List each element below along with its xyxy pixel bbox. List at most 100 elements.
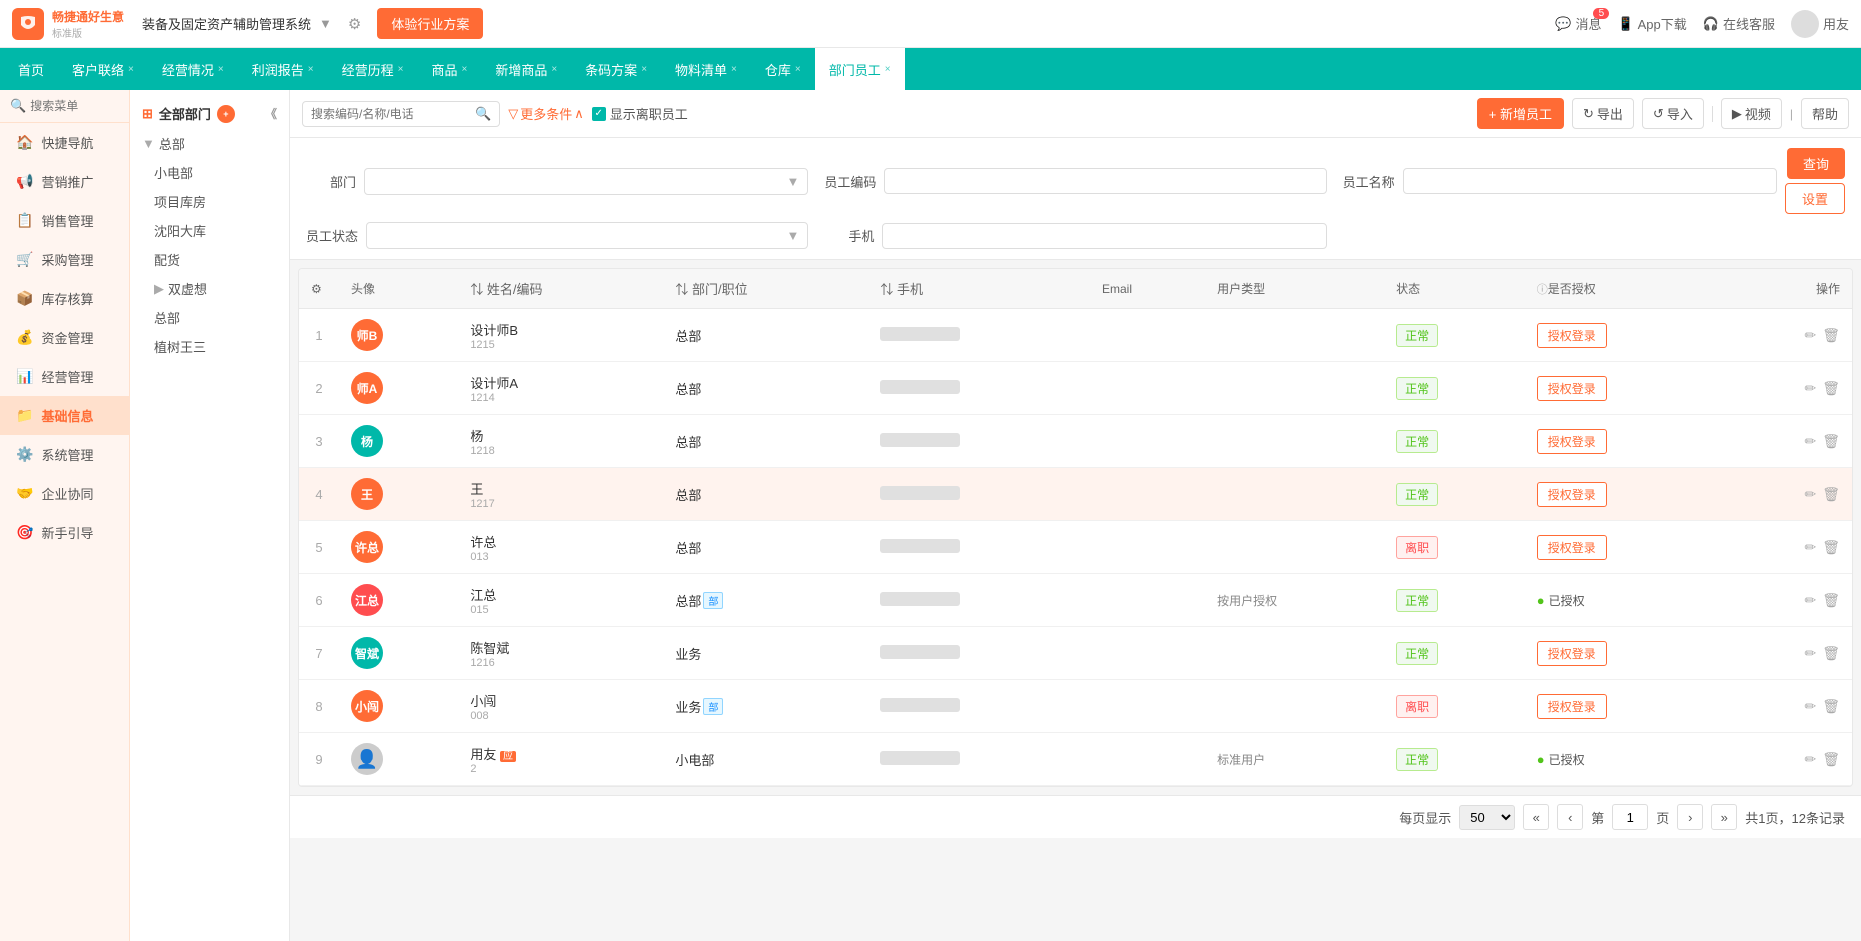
show-resigned-toggle[interactable]: ✓ 显示离职员工 [592,104,688,123]
next-page-button[interactable]: › [1677,804,1703,830]
delete-button[interactable]: 🗑 [1822,751,1840,768]
sidebar-item-sales[interactable]: 📋 销售管理 [0,201,129,240]
tree-node-double-virtual[interactable]: ▶ 双虚想 [130,274,289,303]
help-button[interactable]: 帮助 [1801,98,1849,129]
tree-node-general[interactable]: 总部 [130,303,289,332]
auth-button[interactable]: 授权登录 [1537,694,1607,719]
emp-code-filter-input[interactable] [884,168,1326,194]
tree-node-small-electric[interactable]: 小电部 [130,158,289,187]
close-icon[interactable]: × [731,64,737,75]
edit-button[interactable]: ✏ [1804,698,1816,715]
delete-button[interactable]: 🗑 [1822,539,1840,556]
sidebar-item-marketing[interactable]: 📢 营销推广 [0,162,129,201]
query-button[interactable]: 查询 [1787,148,1845,179]
auth-button[interactable]: 授权登录 [1537,429,1607,454]
delete-button[interactable]: 🗑 [1822,645,1840,662]
tab-bom[interactable]: 物料清单 × [661,48,751,90]
view-button[interactable]: ▶ 视频 [1721,98,1782,129]
sidebar-item-quick-nav[interactable]: 🏠 快捷导航 [0,123,129,162]
user-avatar-item[interactable]: 用友 [1791,10,1849,38]
tree-collapse-button[interactable]: 《 [265,105,277,122]
first-page-button[interactable]: « [1523,804,1549,830]
delete-button[interactable]: 🗑 [1822,327,1840,344]
close-icon[interactable]: × [551,64,557,75]
sidebar-item-system[interactable]: ⚙️ 系统管理 [0,435,129,474]
edit-button[interactable]: ✏ [1804,751,1816,768]
close-icon[interactable]: × [218,64,224,75]
tree-add-button[interactable]: + [217,105,235,123]
set-button[interactable]: 设置 [1785,183,1845,214]
tab-profit[interactable]: 利润报告 × [238,48,328,90]
sidebar-item-basic-info[interactable]: 📁 基础信息 [0,396,129,435]
search-icon[interactable]: 🔍 [475,106,491,122]
title-dropdown-arrow[interactable]: ▼ [319,16,332,31]
page-number-input[interactable] [1612,804,1648,830]
th-dept-position[interactable]: ⇅ 部门/职位 [663,269,868,309]
import-button[interactable]: ↺ 导入 [1642,98,1704,129]
sidebar-item-guide[interactable]: 🎯 新手引导 [0,513,129,552]
tab-barcode[interactable]: 条码方案 × [571,48,661,90]
tab-history[interactable]: 经营历程 × [328,48,418,90]
close-icon[interactable]: × [308,64,314,75]
edit-button[interactable]: ✏ [1804,380,1816,397]
emp-status-filter-select[interactable]: ▼ [366,222,808,249]
close-icon[interactable]: × [795,64,801,75]
edit-button[interactable]: ✏ [1804,486,1816,503]
more-filters-button[interactable]: ▽ 更多条件 ∧ [508,104,584,123]
trial-button[interactable]: 体验行业方案 [377,8,483,39]
edit-button[interactable]: ✏ [1804,433,1816,450]
sidebar-item-finance[interactable]: 💰 资金管理 [0,318,129,357]
tab-operation[interactable]: 经营情况 × [148,48,238,90]
tab-goods[interactable]: 商品 × [417,48,481,90]
sidebar-item-business[interactable]: 📊 经营管理 [0,357,129,396]
tab-customer[interactable]: 客户联络 × [58,48,148,90]
delete-button[interactable]: 🗑 [1822,486,1840,503]
search-input[interactable] [311,107,471,121]
add-employee-button[interactable]: + 新增员工 [1477,98,1564,129]
close-icon[interactable]: × [398,64,404,75]
delete-button[interactable]: 🗑 [1822,592,1840,609]
auth-button[interactable]: 授权登录 [1537,641,1607,666]
message-item[interactable]: 💬 消息 5 [1555,14,1601,33]
close-icon[interactable]: × [641,64,647,75]
close-icon[interactable]: × [128,64,134,75]
nav-search-input[interactable] [30,99,110,113]
delete-button[interactable]: 🗑 [1822,433,1840,450]
edit-button[interactable]: ✏ [1804,645,1816,662]
tree-node-shenyang[interactable]: 沈阳大库 [130,216,289,245]
close-icon[interactable]: × [461,64,467,75]
dept-filter-select[interactable]: ▼ [364,168,808,195]
auth-button[interactable]: 授权登录 [1537,535,1607,560]
tree-node-distribution[interactable]: 配货 [130,245,289,274]
prev-page-button[interactable]: ‹ [1557,804,1583,830]
tab-warehouse[interactable]: 仓库 × [751,48,815,90]
tree-node-plant-trees[interactable]: 植树王三 [130,332,289,361]
per-page-select[interactable]: 50 100 [1459,805,1515,830]
delete-button[interactable]: 🗑 [1822,698,1840,715]
th-phone[interactable]: ⇅ 手机 [868,269,1090,309]
edit-button[interactable]: ✏ [1804,592,1816,609]
th-settings[interactable]: ⚙ [299,269,339,309]
th-name-code[interactable]: ⇅ 姓名/编码 [458,269,663,309]
sidebar-item-purchase[interactable]: 🛒 采购管理 [0,240,129,279]
tree-node-project-storage[interactable]: 项目库房 [130,187,289,216]
delete-button[interactable]: 🗑 [1822,380,1840,397]
gear-icon[interactable]: ⚙ [348,15,361,33]
sidebar-item-inventory[interactable]: 📦 库存核算 [0,279,129,318]
phone-filter-input[interactable] [882,223,1326,249]
tab-home[interactable]: 首页 [4,48,58,90]
tab-department-staff[interactable]: 部门员工 × [815,48,905,90]
emp-name-filter-input[interactable] [1403,168,1777,194]
tab-add-goods[interactable]: 新增商品 × [481,48,571,90]
export-button[interactable]: ↻ 导出 [1572,98,1634,129]
app-download-item[interactable]: 📱 App下载 [1617,14,1686,33]
close-icon[interactable]: × [885,64,891,75]
last-page-button[interactable]: » [1711,804,1737,830]
online-service-item[interactable]: 🎧 在线客服 [1703,14,1775,33]
edit-button[interactable]: ✏ [1804,539,1816,556]
tree-node-headquarters-root[interactable]: ▼ 总部 [130,129,289,158]
auth-button[interactable]: 授权登录 [1537,482,1607,507]
sidebar-item-enterprise[interactable]: 🤝 企业协同 [0,474,129,513]
edit-button[interactable]: ✏ [1804,327,1816,344]
auth-button[interactable]: 授权登录 [1537,323,1607,348]
